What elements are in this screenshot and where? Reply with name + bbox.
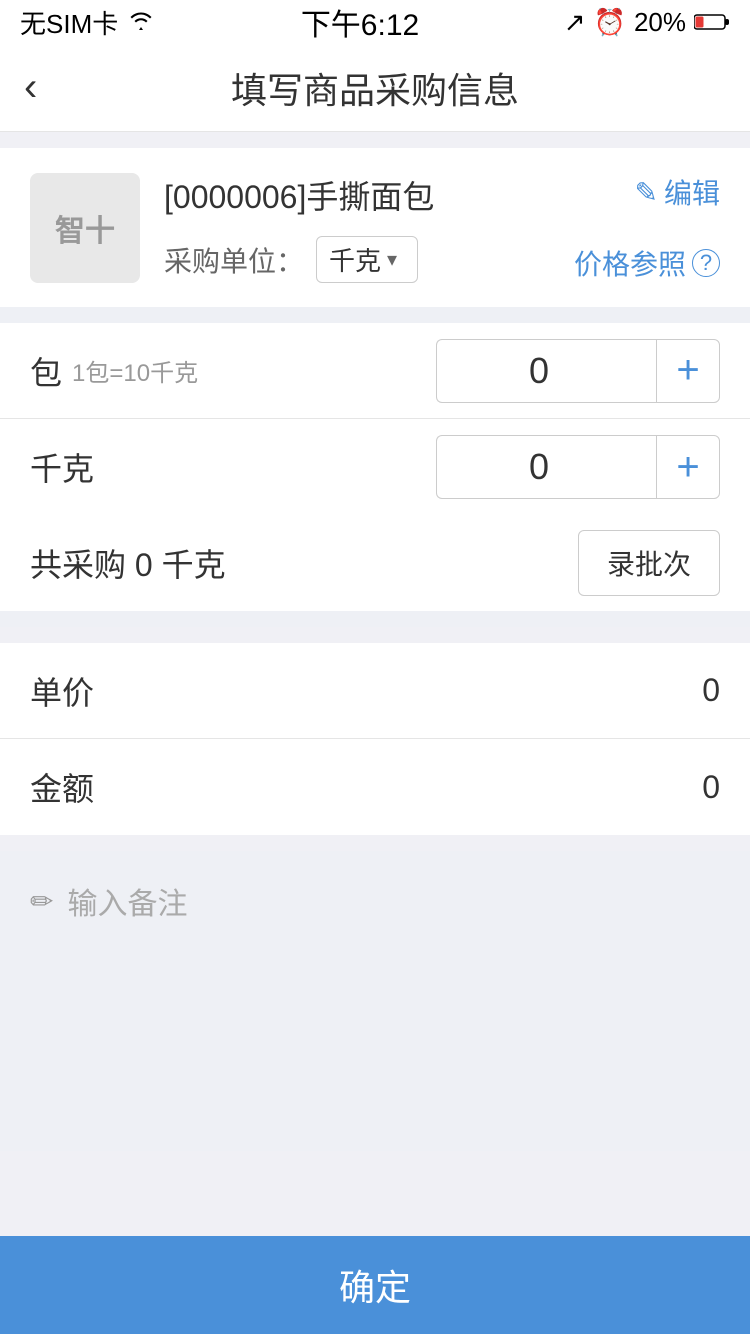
total-label: 共采购 0 千克 [30, 540, 226, 586]
help-icon: ? [692, 249, 720, 277]
back-button[interactable]: ‹ [24, 65, 37, 110]
bao-input[interactable] [436, 339, 656, 403]
battery-icon [694, 13, 730, 31]
bao-label: 包 [30, 348, 62, 394]
kg-input-wrap: + [436, 435, 720, 499]
unit-price-label: 单价 [30, 668, 94, 714]
plus-icon-2: + [676, 445, 699, 490]
unit-value: 千克 [329, 241, 381, 278]
price-ref-link[interactable]: 价格参照 ? [574, 243, 720, 283]
kg-input[interactable] [436, 435, 656, 499]
kg-plus-button[interactable]: + [656, 435, 720, 499]
chevron-down-icon: ▾ [387, 247, 397, 272]
unit-price-row: 单价 0 [0, 643, 750, 739]
remark-section[interactable]: ✏ 输入备注 [0, 851, 750, 951]
section-divider-2 [0, 611, 750, 627]
input-section: 包 1包=10千克 + 千克 + [0, 323, 750, 515]
section-divider-1 [0, 307, 750, 323]
nav-bar: ‹ 填写商品采购信息 [0, 44, 750, 132]
kg-input-row: 千克 + [0, 419, 750, 515]
edit-link[interactable]: ✎ 编辑 [635, 172, 720, 212]
wifi-icon [126, 7, 156, 38]
confirm-label: 确定 [339, 1259, 411, 1311]
amount-label: 金额 [30, 764, 94, 810]
bao-input-wrap: + [436, 339, 720, 403]
page-title: 填写商品采购信息 [231, 62, 519, 114]
product-card: 智十 [0000006]手撕面包 采购单位： 千克 ▾ ✎ 编辑 价格参照 ? [0, 148, 750, 307]
edit-icon: ✎ [635, 176, 658, 209]
unit-price-value: 0 [702, 672, 720, 709]
status-bar-left: 无SIM卡 [20, 4, 156, 41]
amount-row: 金额 0 [0, 739, 750, 835]
bao-plus-button[interactable]: + [656, 339, 720, 403]
remark-placeholder: 输入备注 [67, 879, 187, 923]
location-icon: ↗ [564, 7, 586, 38]
alarm-icon: ⏰ [594, 7, 626, 38]
edit-label: 编辑 [664, 172, 720, 212]
battery-label: 20% [634, 7, 686, 38]
bao-sublabel: 1包=10千克 [72, 353, 198, 388]
plus-icon: + [676, 348, 699, 393]
price-section: 单价 0 金额 0 [0, 643, 750, 835]
status-bar-right: ↗ ⏰ 20% [564, 7, 730, 38]
bao-input-row: 包 1包=10千克 + [0, 323, 750, 419]
product-image: 智十 [30, 173, 140, 283]
product-logo: 智十 [55, 206, 115, 250]
unit-label: 采购单位： [164, 240, 304, 280]
price-ref-label: 价格参照 [574, 243, 686, 283]
batch-button[interactable]: 录批次 [578, 530, 720, 596]
amount-value: 0 [702, 769, 720, 806]
kg-label: 千克 [30, 444, 94, 490]
status-bar-time: 下午6:12 [301, 0, 419, 44]
status-bar: 无SIM卡 下午6:12 ↗ ⏰ 20% [0, 0, 750, 44]
pencil-icon: ✏ [30, 885, 53, 918]
unit-select[interactable]: 千克 ▾ [316, 236, 418, 283]
confirm-button[interactable]: 确定 [0, 1236, 750, 1334]
empty-space [0, 951, 750, 1151]
total-row: 共采购 0 千克 录批次 [0, 515, 750, 611]
signal-label: 无SIM卡 [20, 4, 118, 41]
